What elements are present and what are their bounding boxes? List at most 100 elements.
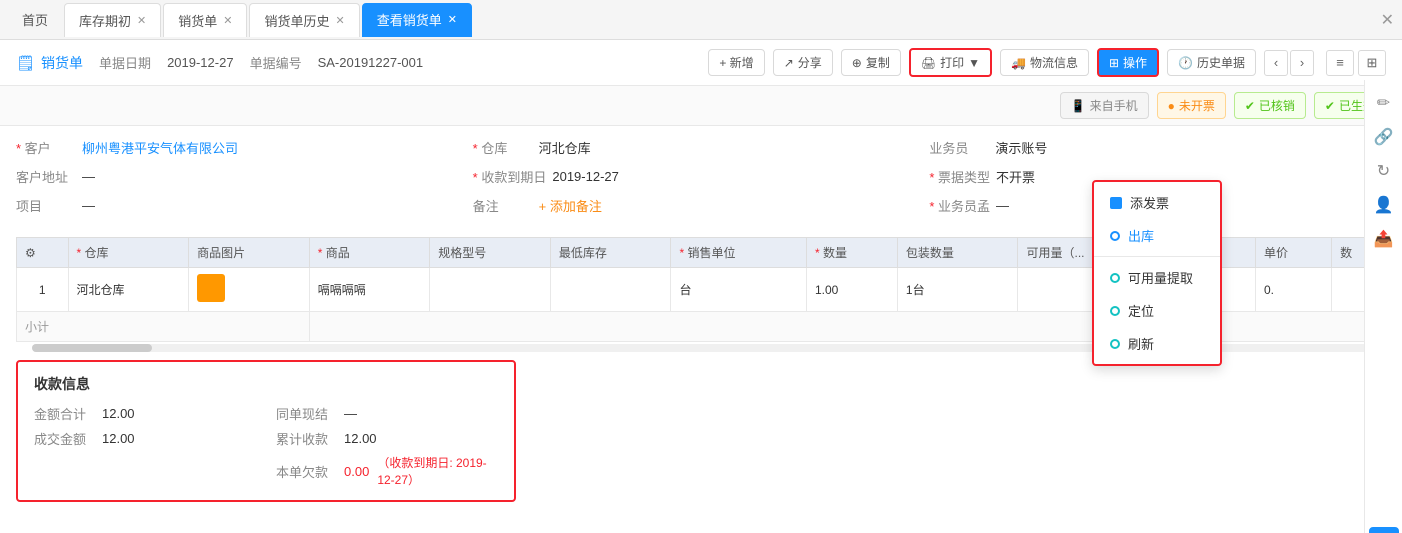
sidebar-link-icon[interactable]: 🔗	[1369, 122, 1399, 152]
dropdown-outbound[interactable]: 出库	[1094, 219, 1220, 252]
list-view-icon[interactable]: ≡	[1326, 50, 1354, 76]
owed-value: 0.00	[344, 464, 369, 479]
history-icon: 🕐	[1178, 56, 1193, 70]
summary-grid: 金额合计 12.00 同单现结 — 成交金额 12.00 累计收款 12.00	[34, 404, 498, 488]
row-product-img	[189, 268, 310, 312]
tab-sales-history[interactable]: 销货单历史 ✕	[249, 3, 359, 37]
warehouse-label: 仓库	[473, 138, 533, 157]
print-dropdown-icon: ▼	[968, 56, 980, 70]
product-img-header: 商品图片	[189, 238, 310, 268]
product-header: 商品	[309, 238, 430, 268]
row-sales-unit: 台	[671, 268, 806, 312]
unit-price-header: 单价	[1255, 238, 1331, 268]
address-value: —	[82, 169, 95, 184]
payment-date-field: 收款到期日 2019-12-27	[473, 167, 930, 186]
outbound-label: 出库	[1128, 226, 1154, 245]
staff-label: 业务员	[929, 138, 989, 157]
sidebar-edit-icon[interactable]: ✏	[1369, 88, 1399, 118]
min-stock-header: 最低库存	[550, 238, 671, 268]
tab-home[interactable]: 首页	[8, 4, 62, 35]
row-product: 嗝嗝嗝嗝	[309, 268, 430, 312]
locate-icon	[1110, 306, 1120, 316]
share-icon: ↗	[784, 56, 794, 70]
summary-total-collected: 累计收款 12.00	[276, 429, 498, 448]
subtotal-values	[309, 312, 1385, 342]
sales-unit-header: 销售单位	[671, 238, 806, 268]
total-amount-value: 12.00	[102, 406, 135, 421]
from-phone-button[interactable]: 📱 来自手机	[1060, 92, 1149, 119]
staff2-value: —	[996, 198, 1009, 213]
total-amount-label: 金额合计	[34, 404, 94, 423]
close-window-button[interactable]: ✕	[1381, 10, 1394, 30]
date-value: 2019-12-27	[167, 55, 234, 70]
next-button[interactable]: ›	[1290, 50, 1314, 76]
address-label: 客户地址	[16, 167, 76, 186]
dropdown-locate[interactable]: 定位	[1094, 294, 1220, 327]
available-pickup-icon	[1110, 273, 1120, 283]
right-sidebar: ✏ 🔗 ↻ 👤 📤 ⛶	[1364, 80, 1402, 533]
dropdown-available-pickup[interactable]: 可用量提取	[1094, 261, 1220, 294]
summary-owed-row: 本单欠款 0.00 （收款到期日: 2019-12-27）	[276, 454, 498, 488]
summary-transaction-amount: 成交金额 12.00	[34, 429, 256, 448]
share-button[interactable]: ↗ 分享	[773, 49, 833, 76]
dropdown-refresh[interactable]: 刷新	[1094, 327, 1220, 360]
copy-icon: ⊕	[852, 56, 862, 70]
add-invoice-icon	[1110, 197, 1122, 209]
not-open-button[interactable]: ● 未开票	[1157, 92, 1226, 119]
sidebar-user-icon[interactable]: 👤	[1369, 190, 1399, 220]
grid-view-icon[interactable]: ⊞	[1358, 50, 1386, 76]
operate-button[interactable]: ⊞ 操作	[1097, 48, 1159, 77]
ticket-icon: ●	[1168, 99, 1175, 113]
row-min-stock	[550, 268, 671, 312]
new-button[interactable]: + 新增	[708, 49, 764, 76]
tab-bar: 首页 库存期初 ✕ 销货单 ✕ 销货单历史 ✕ 查看销货单 ✕ ✕	[0, 0, 1402, 40]
staff-field: 业务员 演示账号	[929, 138, 1386, 157]
close-history-tab[interactable]: ✕	[336, 14, 345, 27]
sidebar-refresh-icon[interactable]: ↻	[1369, 156, 1399, 186]
sidebar-expand-icon[interactable]: ⛶	[1369, 527, 1399, 533]
copy-button[interactable]: ⊕ 复制	[841, 49, 901, 76]
logistics-icon: 🚚	[1011, 56, 1026, 70]
transaction-amount-value: 12.00	[102, 431, 135, 446]
ticket-type-label: 票据类型	[929, 167, 990, 186]
ticket-type-value: 不开票	[996, 167, 1035, 186]
dropdown-add-invoice[interactable]: 添发票	[1094, 186, 1220, 219]
sidebar-export-icon[interactable]: 📤	[1369, 224, 1399, 254]
doc-actions: + 新增 ↗ 分享 ⊕ 复制 🖨 打印 ▼ 🚚 物流信息	[708, 48, 1386, 77]
close-view-sales-tab[interactable]: ✕	[448, 13, 457, 26]
summary-total-amount: 金额合计 12.00	[34, 404, 256, 423]
nav-arrows: ‹ ›	[1264, 50, 1314, 76]
gear-header[interactable]: ⚙	[17, 238, 69, 268]
main-area: 🗒 销货单 单据日期 2019-12-27 单据编号 SA-20191227-0…	[0, 40, 1402, 533]
customer-label: 客户	[16, 138, 76, 157]
project-field: 项目 —	[16, 196, 473, 215]
scrollbar-thumb[interactable]	[32, 344, 152, 352]
add-note-button[interactable]: + 添加备注	[539, 196, 602, 215]
close-inventory-tab[interactable]: ✕	[137, 14, 146, 27]
tab-view-sales[interactable]: 查看销货单 ✕	[362, 3, 472, 37]
customer-value[interactable]: 柳州粤港平安气体有限公司	[82, 138, 238, 157]
spec-header: 规格型号	[430, 238, 551, 268]
number-value: SA-20191227-001	[318, 55, 424, 70]
tab-inventory[interactable]: 库存期初 ✕	[64, 3, 161, 37]
print-button[interactable]: 🖨 打印 ▼	[909, 48, 992, 77]
verified-button[interactable]: ✔ 已核销	[1234, 92, 1306, 119]
print-icon: 🖨	[921, 56, 936, 70]
total-collected-value: 12.00	[344, 431, 377, 446]
row-spec	[430, 268, 551, 312]
owed-date: （收款到期日: 2019-12-27）	[377, 454, 498, 488]
summary-amount-owed	[34, 454, 256, 488]
tab-sales[interactable]: 销货单 ✕	[163, 3, 247, 37]
doc-type-label: 销货单	[41, 53, 83, 73]
available-pickup-label: 可用量提取	[1128, 268, 1193, 287]
staff2-label: 业务员孟	[929, 196, 990, 215]
history-button[interactable]: 🕐 历史单据	[1167, 49, 1256, 76]
close-sales-tab[interactable]: ✕	[223, 14, 232, 27]
quantity-header: 数量	[806, 238, 897, 268]
view-icons: ≡ ⊞	[1326, 50, 1386, 76]
product-image	[197, 274, 225, 302]
logistics-button[interactable]: 🚚 物流信息	[1000, 49, 1089, 76]
prev-button[interactable]: ‹	[1264, 50, 1288, 76]
address-field: 客户地址 —	[16, 167, 473, 186]
check-icon: ✔	[1245, 99, 1255, 113]
